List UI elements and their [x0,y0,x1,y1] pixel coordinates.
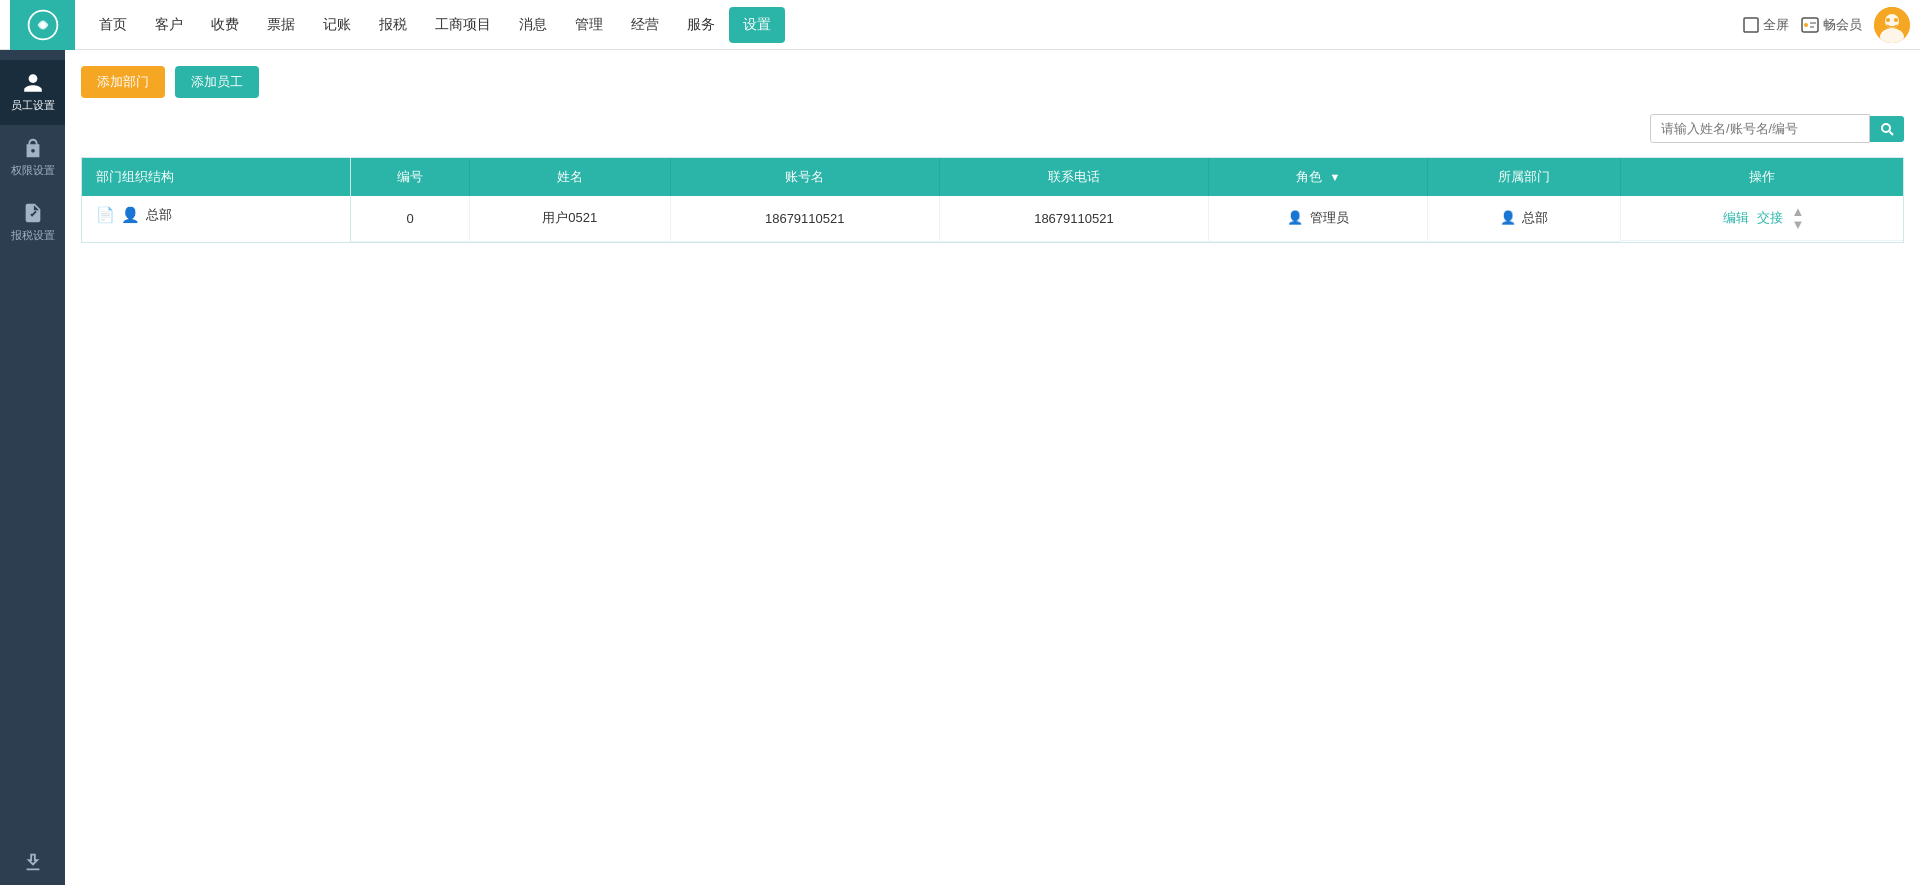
top-nav: 首页 客户 收费 票据 记账 报税 工商项目 消息 管理 经营 服务 设置 全屏… [0,0,1920,50]
col-header-id: 编号 [351,158,470,196]
filter-icon[interactable]: ▼ [1330,171,1341,183]
col-header-name: 姓名 [470,158,671,196]
cell-dept: 👤 总部 [1428,196,1620,241]
table-row: 0 用户0521 18679110521 18679110521 👤 管理员 👤… [351,196,1903,241]
cell-actions: 编辑 交接 ▲ ▼ [1621,196,1903,241]
taxsettings-icon [22,202,44,224]
col-header-account: 账号名 [670,158,939,196]
nav-item-account[interactable]: 记账 [309,0,365,50]
svg-point-9 [1886,18,1890,22]
dept-tree: 部门组织结构 📄 👤 总部 [81,157,351,243]
cell-role: 👤 管理员 [1209,196,1428,241]
transfer-action[interactable]: 交接 [1757,209,1783,227]
nav-item-manage[interactable]: 管理 [561,0,617,50]
permission-icon [22,137,44,159]
sidebar-item-employee[interactable]: 员工设置 [0,60,65,125]
fullscreen-button[interactable]: 全屏 [1743,16,1789,34]
svg-point-10 [1894,18,1898,22]
svg-line-12 [1890,131,1894,135]
fullscreen-label: 全屏 [1763,16,1789,34]
sidebar-item-permission[interactable]: 权限设置 [0,125,65,190]
svg-point-0 [40,22,45,27]
table-area: 部门组织结构 📄 👤 总部 编号 姓名 账号名 联系电话 [81,157,1904,243]
svg-point-3 [1804,23,1808,27]
sidebar: 员工设置 权限设置 报税设置 [0,50,65,885]
add-emp-button[interactable]: 添加员工 [175,66,259,98]
nav-item-settings[interactable]: 设置 [729,7,785,43]
nav-item-home[interactable]: 首页 [85,0,141,50]
dept-tree-header: 部门组织结构 [82,158,350,196]
logo [10,0,75,50]
cell-phone: 18679110521 [939,196,1208,241]
cell-account: 18679110521 [670,196,939,241]
search-icon [1880,122,1894,136]
sidebar-bottom [0,839,65,885]
employee-icon [22,72,44,94]
sidebar-item-employee-label: 员工设置 [11,98,55,113]
search-input[interactable] [1650,114,1870,143]
nav-item-message[interactable]: 消息 [505,0,561,50]
sidebar-item-taxsettings[interactable]: 报税设置 [0,190,65,255]
search-button[interactable] [1870,116,1904,142]
cell-name: 用户0521 [470,196,671,241]
dept-person-icon: 👤 [121,206,140,224]
nav-item-operation[interactable]: 经营 [617,0,673,50]
member-icon [1801,17,1819,33]
svg-rect-1 [1744,18,1758,32]
nav-item-business[interactable]: 工商项目 [421,0,505,50]
search-bar [81,114,1904,143]
col-header-phone: 联系电话 [939,158,1208,196]
nav-item-service[interactable]: 服务 [673,0,729,50]
dept-tree-body[interactable]: 📄 👤 总部 [82,196,350,234]
fullscreen-icon [1743,17,1759,33]
nav-items: 首页 客户 收费 票据 记账 报税 工商项目 消息 管理 经营 服务 设置 [85,0,1743,50]
member-button[interactable]: 畅会员 [1801,16,1862,34]
download-icon [22,851,44,873]
nav-item-customer[interactable]: 客户 [141,0,197,50]
add-dept-button[interactable]: 添加部门 [81,66,165,98]
nav-item-tax[interactable]: 报税 [365,0,421,50]
col-header-role: 角色 ▼ [1209,158,1428,196]
sidebar-item-download[interactable] [0,839,65,885]
member-label: 畅会员 [1823,16,1862,34]
user-avatar[interactable] [1874,7,1910,43]
nav-item-fee[interactable]: 收费 [197,0,253,50]
nav-item-invoice[interactable]: 票据 [253,0,309,50]
main-layout: 员工设置 权限设置 报税设置 添加部门 添加员工 [0,50,1920,885]
content-area: 添加部门 添加员工 部门组织结构 📄 👤 总部 [65,50,1920,885]
role-person-icon: 👤 [1287,210,1303,225]
dept-node-label: 总部 [146,206,172,224]
toolbar-buttons: 添加部门 添加员工 [81,66,1904,98]
dept-person-icon-cell: 👤 [1500,210,1516,225]
sidebar-item-permission-label: 权限设置 [11,163,55,178]
col-header-actions: 操作 [1620,158,1903,196]
employee-table: 编号 姓名 账号名 联系电话 角色 ▼ 所属部门 操作 [351,157,1904,243]
svg-point-11 [1882,124,1890,132]
sidebar-item-taxsettings-label: 报税设置 [11,228,55,243]
file-icon: 📄 [96,206,115,224]
edit-action[interactable]: 编辑 [1723,209,1749,227]
scroll-down-arrow[interactable]: ▼ [1791,218,1804,231]
cell-id: 0 [351,196,470,241]
nav-right: 全屏 畅会员 [1743,7,1910,43]
col-header-dept: 所属部门 [1428,158,1620,196]
